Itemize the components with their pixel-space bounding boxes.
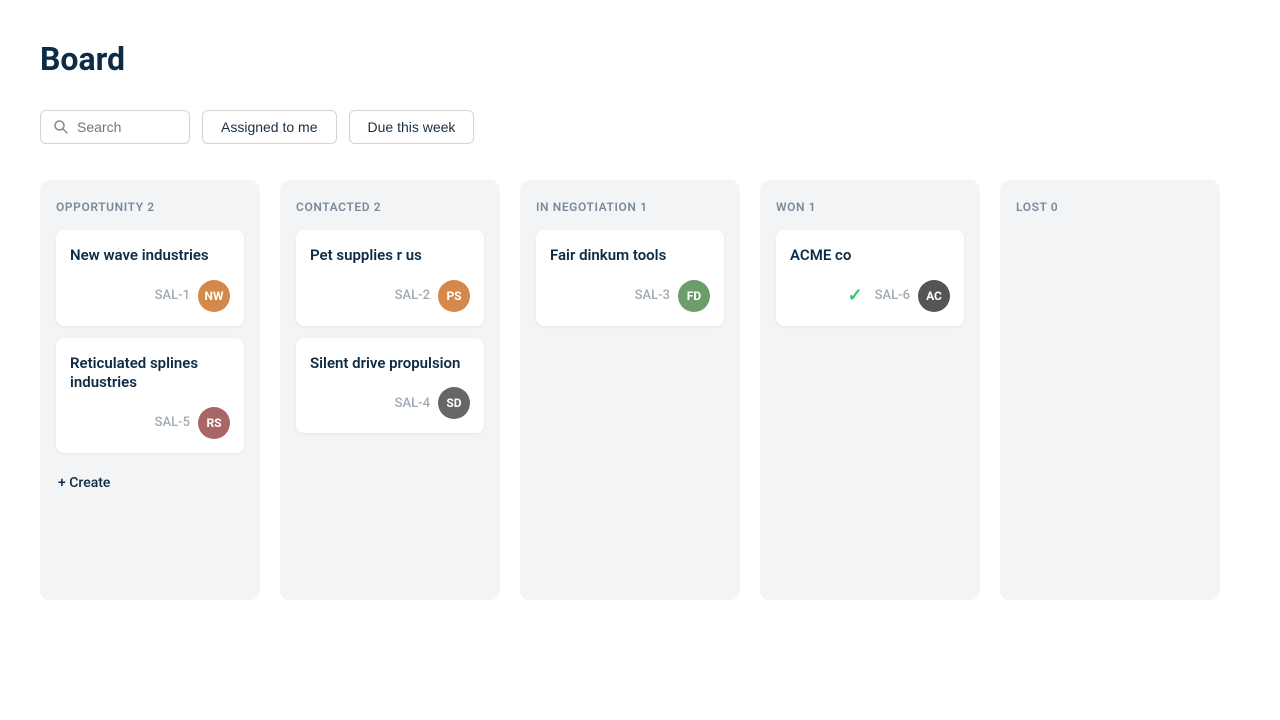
- column-header-in-negotiation: IN NEGOTIATION 1: [536, 200, 724, 218]
- card-title: Silent drive propulsion: [310, 354, 470, 374]
- card-footer: SAL-2 PS: [310, 280, 470, 312]
- create-button[interactable]: + Create: [56, 469, 244, 497]
- avatar: NW: [198, 280, 230, 312]
- card-id: SAL-2: [395, 288, 430, 303]
- card-id: SAL-6: [875, 288, 910, 303]
- avatar: SD: [438, 387, 470, 419]
- card-footer: SAL-3 FD: [550, 280, 710, 312]
- avatar: AC: [918, 280, 950, 312]
- column-header-contacted: CONTACTED 2: [296, 200, 484, 218]
- card[interactable]: ACME co ✓ SAL-6 AC: [776, 230, 964, 326]
- card[interactable]: Reticulated splines industries SAL-5 RS: [56, 338, 244, 453]
- card-title: New wave industries: [70, 246, 230, 266]
- column-opportunity: OPPORTUNITY 2 New wave industries SAL-1 NW R…: [40, 180, 260, 600]
- card-title: Reticulated splines industries: [70, 354, 230, 393]
- avatar: RS: [198, 407, 230, 439]
- card-footer: SAL-1 NW: [70, 280, 230, 312]
- page-title: Board: [40, 40, 1240, 78]
- column-lost: LOST 0: [1000, 180, 1220, 600]
- column-in-negotiation: IN NEGOTIATION 1 Fair dinkum tools SAL-3 FD: [520, 180, 740, 600]
- avatar: FD: [678, 280, 710, 312]
- card-id: SAL-5: [155, 415, 190, 430]
- toolbar: Assigned to me Due this week: [40, 110, 1240, 144]
- card-id: SAL-4: [395, 396, 430, 411]
- assigned-to-me-button[interactable]: Assigned to me: [202, 110, 337, 144]
- card-title: Fair dinkum tools: [550, 246, 710, 266]
- card-footer: SAL-4 SD: [310, 387, 470, 419]
- card-footer: ✓ SAL-6 AC: [790, 280, 950, 312]
- search-box[interactable]: [40, 110, 190, 144]
- column-header-opportunity: OPPORTUNITY 2: [56, 200, 244, 218]
- card[interactable]: New wave industries SAL-1 NW: [56, 230, 244, 326]
- avatar: PS: [438, 280, 470, 312]
- card-title: Pet supplies r us: [310, 246, 470, 266]
- column-won: WON 1 ACME co ✓ SAL-6 AC: [760, 180, 980, 600]
- column-header-won: WON 1: [776, 200, 964, 218]
- due-this-week-button[interactable]: Due this week: [349, 110, 475, 144]
- board: OPPORTUNITY 2 New wave industries SAL-1 NW R…: [40, 180, 1240, 600]
- column-contacted: CONTACTED 2 Pet supplies r us SAL-2 PS Silen…: [280, 180, 500, 600]
- search-icon: [53, 119, 69, 135]
- column-header-lost: LOST 0: [1016, 200, 1204, 218]
- card-title: ACME co: [790, 246, 950, 266]
- card-id: SAL-3: [635, 288, 670, 303]
- card-footer: SAL-5 RS: [70, 407, 230, 439]
- card[interactable]: Fair dinkum tools SAL-3 FD: [536, 230, 724, 326]
- won-check-icon: ✓: [848, 285, 863, 306]
- card-id: SAL-1: [155, 288, 190, 303]
- search-input[interactable]: [77, 119, 177, 135]
- card[interactable]: Pet supplies r us SAL-2 PS: [296, 230, 484, 326]
- card[interactable]: Silent drive propulsion SAL-4 SD: [296, 338, 484, 434]
